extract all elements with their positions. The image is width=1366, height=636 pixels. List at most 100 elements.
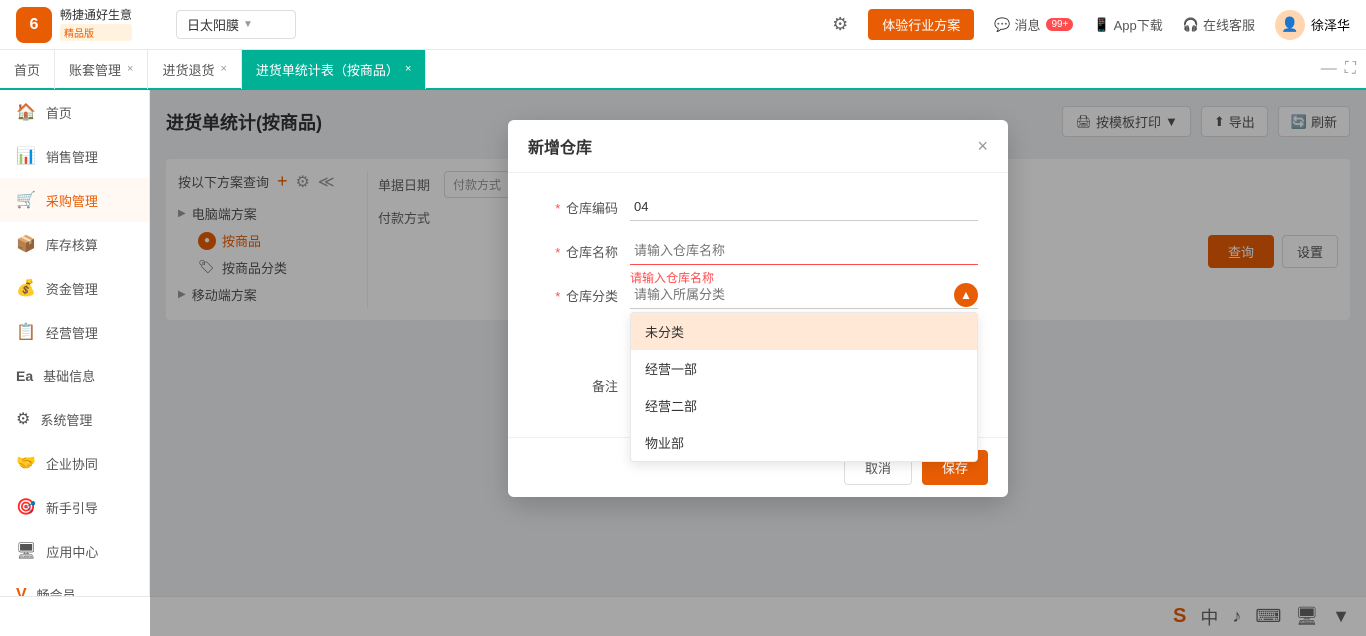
purchase-icon: 🛒 [16, 190, 36, 210]
mobile-icon: 📱 [1093, 17, 1109, 33]
tab-purchase-stats-label: 进货单统计表（按商品） [256, 60, 399, 79]
sidebar-item-guide-label: 新手引导 [46, 498, 98, 517]
settings-icon-btn[interactable]: ⚙ [832, 14, 848, 35]
sidebar-item-finance[interactable]: 💰 资金管理 [0, 266, 149, 310]
tab-purchase-return-close[interactable]: × [220, 63, 226, 75]
sidebar-item-system-label: 系统管理 [40, 410, 92, 429]
sidebar-item-basic-info-label: 基础信息 [43, 366, 95, 385]
tab-actions: — ⛶ [1321, 60, 1366, 78]
sales-icon: 📊 [16, 146, 36, 166]
basic-info-icon: Ea [16, 368, 33, 384]
category-dropdown: 未分类 经营一部 经营二部 物业部 [630, 312, 978, 462]
online-service-item[interactable]: 🎧 在线客服 [1183, 15, 1255, 34]
sidebar-item-basic-info[interactable]: Ea 基础信息 [0, 354, 149, 397]
tab-home-label: 首页 [14, 60, 40, 79]
tab-home[interactable]: 首页 [0, 49, 55, 89]
name-label: * 仓库名称 [538, 242, 618, 261]
sidebar-item-sales[interactable]: 📊 销售管理 [0, 134, 149, 178]
dialog-body: * 仓库编码 * 仓库名称 [508, 173, 1008, 437]
notification-label: 消息 [1014, 15, 1040, 34]
username: 徐泽华 [1311, 15, 1350, 34]
category-input[interactable] [630, 281, 954, 308]
tab-expand-btn[interactable]: ⛶ [1345, 60, 1356, 78]
sidebar: 🏠 首页 📊 销售管理 🛒 采购管理 📦 库存核算 💰 资金管理 📋 经营管理 … [0, 90, 150, 636]
sidebar-item-home[interactable]: 🏠 首页 [0, 90, 149, 134]
notes-label: 备注 [538, 376, 618, 395]
main-layout: 🏠 首页 📊 销售管理 🛒 采购管理 📦 库存核算 💰 资金管理 📋 经营管理 … [0, 90, 1366, 636]
sidebar-item-app-center[interactable]: 🖥 应用中心 [0, 529, 149, 573]
app-center-icon: 🖥 [16, 541, 36, 561]
sidebar-item-inventory[interactable]: 📦 库存核算 [0, 222, 149, 266]
logo-icon: 6 [16, 7, 52, 43]
avatar-area[interactable]: 👤 徐泽华 [1275, 10, 1350, 40]
sidebar-item-enterprise-label: 企业协同 [46, 454, 98, 473]
dropdown-item-dept1[interactable]: 经营一部 [631, 350, 977, 387]
top-bar: 6 畅捷通好生意 精品版 日太阳膜 ▼ ⚙ 体验行业方案 💬 消息 99+ 📱 … [0, 0, 1366, 50]
tab-purchase-stats-close[interactable]: × [405, 63, 411, 75]
guide-icon: 🎯 [16, 497, 36, 517]
notification-badge: 99+ [1046, 18, 1073, 31]
code-label: * 仓库编码 [538, 198, 618, 217]
sidebar-item-sales-label: 销售管理 [46, 147, 98, 166]
top-bar-actions: ⚙ 体验行业方案 💬 消息 99+ 📱 App下载 🎧 在线客服 👤 徐泽华 [832, 9, 1350, 40]
dropdown-item-dept2[interactable]: 经营二部 [631, 387, 977, 424]
sidebar-item-finance-label: 资金管理 [46, 279, 98, 298]
code-input[interactable] [630, 193, 978, 221]
notification-item[interactable]: 💬 消息 99+ [994, 15, 1073, 34]
category-label: * 仓库分类 [538, 286, 618, 305]
name-required: * [555, 245, 560, 260]
sidebar-item-purchase-label: 采购管理 [46, 191, 98, 210]
code-required: * [555, 201, 560, 216]
tab-purchase-stats[interactable]: 进货单统计表（按商品） × [242, 49, 426, 89]
app-download-item[interactable]: 📱 App下载 [1093, 15, 1162, 34]
tab-bar: 首页 账套管理 × 进货退货 × 进货单统计表（按商品） × — ⛶ [0, 50, 1366, 90]
modal-overlay: 新增仓库 × * 仓库编码 [150, 90, 1366, 636]
tab-purchase-return[interactable]: 进货退货 × [148, 49, 241, 89]
online-service-label: 在线客服 [1203, 15, 1255, 34]
inventory-icon: 📦 [16, 234, 36, 254]
tab-purchase-return-label: 进货退货 [162, 60, 214, 79]
category-toggle-btn[interactable]: ▲ [954, 283, 978, 307]
dialog-header: 新增仓库 × [508, 120, 1008, 173]
content-area: 进货单统计(按商品) 🖨 按模板打印 ▼ ⬆ 导出 🔄 刷新 [150, 90, 1366, 636]
sidebar-item-home-label: 首页 [46, 103, 72, 122]
sidebar-item-enterprise[interactable]: 🤝 企业协同 [0, 441, 149, 485]
avatar: 👤 [1275, 10, 1305, 40]
tab-account-label: 账套管理 [69, 60, 121, 79]
finance-icon: 💰 [16, 278, 36, 298]
logo-name: 畅捷通好生意 [60, 8, 132, 24]
experience-btn[interactable]: 体验行业方案 [868, 9, 974, 40]
tab-minimize-btn[interactable]: — [1321, 60, 1337, 78]
dropdown-item-dept3[interactable]: 物业部 [631, 424, 977, 461]
category-input-wrap: ▲ 未分类 经营一部 经营二部 物业部 [630, 281, 978, 309]
home-icon: 🏠 [16, 102, 36, 122]
dialog: 新增仓库 × * 仓库编码 [508, 120, 1008, 497]
dialog-title: 新增仓库 [528, 134, 592, 158]
logo-area: 6 畅捷通好生意 精品版 [16, 7, 166, 43]
operations-icon: 📋 [16, 322, 36, 342]
store-name: 日太阳膜 [187, 15, 239, 34]
headset-icon: 🎧 [1183, 17, 1199, 33]
app-download-label: App下载 [1114, 15, 1163, 34]
sidebar-item-operations-label: 经营管理 [46, 323, 98, 342]
dropdown-item-uncategorized[interactable]: 未分类 [631, 313, 977, 350]
sidebar-item-app-center-label: 应用中心 [46, 542, 98, 561]
sidebar-item-purchase[interactable]: 🛒 采购管理 [0, 178, 149, 222]
category-field-row: * 仓库分类 ▲ 未分类 经营一部 经营二部 物业部 [538, 281, 978, 309]
tab-account-close[interactable]: × [127, 63, 133, 75]
tab-account[interactable]: 账套管理 × [55, 49, 148, 89]
sidebar-item-system[interactable]: ⚙ 系统管理 [0, 397, 149, 441]
sidebar-item-operations[interactable]: 📋 经营管理 [0, 310, 149, 354]
store-selector[interactable]: 日太阳膜 ▼ [176, 10, 296, 39]
dialog-close-btn[interactable]: × [977, 136, 988, 157]
message-icon: 💬 [994, 17, 1010, 33]
category-required: * [555, 289, 560, 304]
store-dropdown-arrow: ▼ [243, 19, 253, 30]
sidebar-item-guide[interactable]: 🎯 新手引导 [0, 485, 149, 529]
enterprise-icon: 🤝 [16, 453, 36, 473]
code-field-row: * 仓库编码 [538, 193, 978, 221]
name-input[interactable] [630, 237, 978, 265]
name-field-row: * 仓库名称 请输入仓库名称 [538, 237, 978, 265]
logo-sub: 精品版 [60, 24, 132, 41]
sidebar-item-inventory-label: 库存核算 [46, 235, 98, 254]
